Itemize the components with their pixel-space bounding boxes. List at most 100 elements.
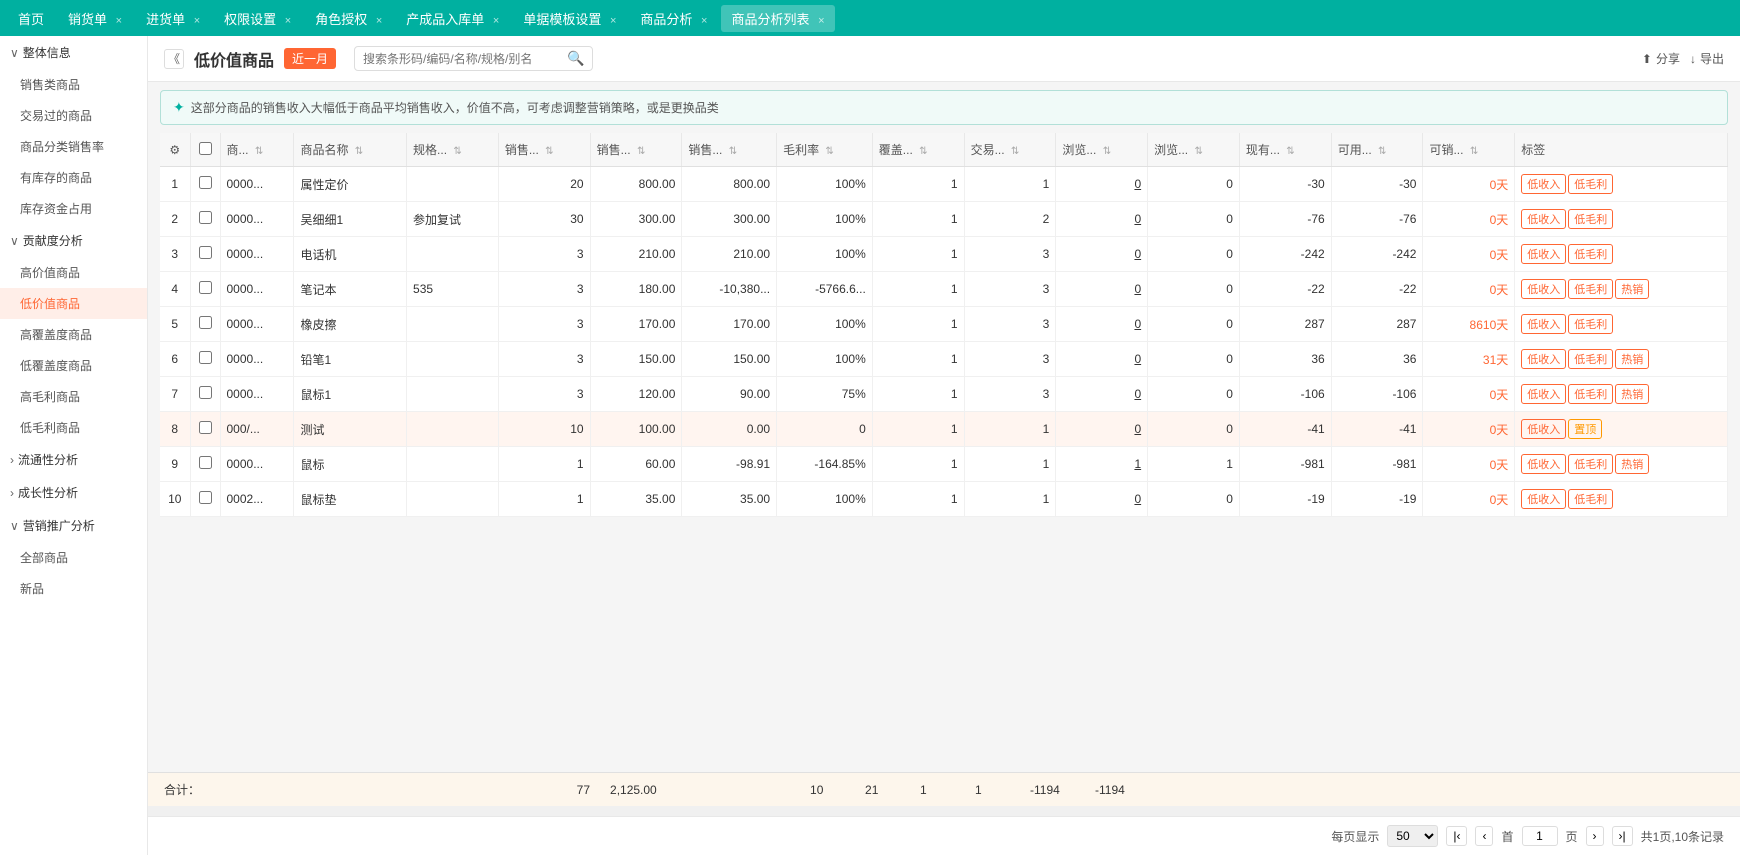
cell-checkbox[interactable]: [190, 482, 220, 517]
sidebar-item-high-value[interactable]: 高价值商品: [0, 257, 147, 288]
nav-sales-close[interactable]: ×: [116, 15, 122, 27]
sidebar-item-high-coverage[interactable]: 高覆盖度商品: [0, 319, 147, 350]
prev-page-btn[interactable]: ‹: [1475, 826, 1493, 846]
share-btn[interactable]: ⬆ 分享: [1642, 50, 1680, 67]
table-container[interactable]: ⚙ 商... ⇅ 商品名称 ⇅ 规格... ⇅ 销售... ⇅ 销售... ⇅ …: [148, 133, 1740, 772]
sidebar-item-all-goods[interactable]: 全部商品: [0, 542, 147, 573]
cell-view1[interactable]: 0: [1056, 237, 1148, 272]
cell-view1[interactable]: 0: [1056, 412, 1148, 447]
sidebar-item-sales-goods[interactable]: 销售类商品: [0, 69, 147, 100]
share-icon: ⬆: [1642, 52, 1652, 66]
sidebar-group-flow-title[interactable]: ›流通性分析: [0, 443, 147, 476]
cell-view1[interactable]: 0: [1056, 202, 1148, 237]
th-margin[interactable]: 毛利率 ⇅: [777, 133, 873, 167]
th-code[interactable]: 商... ⇅: [220, 133, 294, 167]
th-sales-amt[interactable]: 销售... ⇅: [590, 133, 682, 167]
nav-purchase-close[interactable]: ×: [194, 15, 200, 27]
nav-analysis-list[interactable]: 商品分析列表 ×: [721, 5, 834, 32]
th-spec[interactable]: 规格... ⇅: [407, 133, 499, 167]
nav-template[interactable]: 单据模板设置 ×: [513, 5, 626, 32]
page-size-select[interactable]: 50 100 200: [1387, 825, 1438, 847]
cell-checkbox[interactable]: [190, 167, 220, 202]
row-checkbox[interactable]: [199, 211, 212, 224]
next-page-btn[interactable]: ›: [1586, 826, 1604, 846]
time-filter-btn[interactable]: 近一月: [284, 48, 336, 69]
tag-badge: 低毛利: [1568, 314, 1613, 334]
th-trade[interactable]: 交易... ⇅: [964, 133, 1056, 167]
sidebar-group-contribution-title[interactable]: ∨贡献度分析: [0, 224, 147, 257]
th-available[interactable]: 可用... ⇅: [1331, 133, 1423, 167]
cell-checkbox[interactable]: [190, 237, 220, 272]
sidebar-item-inventory-capital[interactable]: 库存资金占用: [0, 193, 147, 224]
page-number-input[interactable]: [1522, 826, 1558, 846]
nav-product-warehouse-close[interactable]: ×: [493, 15, 499, 27]
cell-checkbox[interactable]: [190, 307, 220, 342]
cell-view1[interactable]: 0: [1056, 167, 1148, 202]
row-checkbox[interactable]: [199, 316, 212, 329]
sidebar-item-category-sales[interactable]: 商品分类销售率: [0, 131, 147, 162]
cell-view1[interactable]: 0: [1056, 272, 1148, 307]
nav-analysis[interactable]: 商品分析 ×: [630, 5, 717, 32]
cell-checkbox[interactable]: [190, 342, 220, 377]
row-checkbox[interactable]: [199, 456, 212, 469]
th-sales-qty[interactable]: 销售... ⇅: [498, 133, 590, 167]
sidebar-group-overall-title[interactable]: ∨整体信息: [0, 36, 147, 69]
cell-checkbox[interactable]: [190, 447, 220, 482]
th-coverage[interactable]: 覆盖... ⇅: [872, 133, 964, 167]
horizontal-scrollbar[interactable]: [148, 806, 1740, 816]
th-view2[interactable]: 浏览... ⇅: [1148, 133, 1240, 167]
cell-current: -242: [1239, 237, 1331, 272]
th-saleable[interactable]: 可销... ⇅: [1423, 133, 1515, 167]
sidebar-item-low-value[interactable]: 低价值商品: [0, 288, 147, 319]
sidebar-item-low-coverage[interactable]: 低覆盖度商品: [0, 350, 147, 381]
nav-roles-close[interactable]: ×: [376, 15, 382, 27]
nav-permissions-close[interactable]: ×: [285, 15, 291, 27]
sidebar-item-low-margin[interactable]: 低毛利商品: [0, 412, 147, 443]
first-page-btn[interactable]: |‹: [1446, 826, 1467, 846]
sidebar-item-stock-goods[interactable]: 有库存的商品: [0, 162, 147, 193]
th-current[interactable]: 现有... ⇅: [1239, 133, 1331, 167]
th-settings[interactable]: ⚙: [160, 133, 190, 167]
row-checkbox[interactable]: [199, 176, 212, 189]
nav-sales[interactable]: 销货单 ×: [58, 5, 132, 32]
cell-checkbox[interactable]: [190, 412, 220, 447]
cell-view1[interactable]: 1: [1056, 447, 1148, 482]
row-checkbox[interactable]: [199, 421, 212, 434]
export-btn[interactable]: ↓ 导出: [1690, 50, 1724, 67]
cell-view1[interactable]: 0: [1056, 342, 1148, 377]
nav-roles[interactable]: 角色授权 ×: [305, 5, 392, 32]
sidebar-group-growth-title[interactable]: ›成长性分析: [0, 476, 147, 509]
search-input[interactable]: [363, 52, 563, 66]
cell-checkbox[interactable]: [190, 202, 220, 237]
search-icon[interactable]: 🔍: [567, 50, 584, 67]
cell-checkbox[interactable]: [190, 377, 220, 412]
row-checkbox[interactable]: [199, 246, 212, 259]
th-view1[interactable]: 浏览... ⇅: [1056, 133, 1148, 167]
th-sales-cost[interactable]: 销售... ⇅: [682, 133, 777, 167]
nav-template-close[interactable]: ×: [610, 15, 616, 27]
cell-view1[interactable]: 0: [1056, 482, 1148, 517]
row-checkbox[interactable]: [199, 351, 212, 364]
row-checkbox[interactable]: [199, 386, 212, 399]
th-checkbox[interactable]: [190, 133, 220, 167]
last-page-btn[interactable]: ›|: [1612, 826, 1633, 846]
row-checkbox[interactable]: [199, 491, 212, 504]
cell-checkbox[interactable]: [190, 272, 220, 307]
sidebar-item-traded-goods[interactable]: 交易过的商品: [0, 100, 147, 131]
cell-view1[interactable]: 0: [1056, 307, 1148, 342]
nav-analysis-close[interactable]: ×: [701, 15, 707, 27]
nav-analysis-list-close[interactable]: ×: [818, 15, 824, 27]
select-all-checkbox[interactable]: [199, 142, 212, 155]
sidebar-group-marketing-title[interactable]: ∨营销推广分析: [0, 509, 147, 542]
row-checkbox[interactable]: [199, 281, 212, 294]
sidebar-item-new-goods[interactable]: 新品: [0, 573, 147, 604]
cell-view1[interactable]: 0: [1056, 377, 1148, 412]
nav-home[interactable]: 首页: [8, 5, 54, 32]
footer-available: -1194: [1095, 783, 1160, 797]
nav-purchase[interactable]: 进货单 ×: [136, 5, 210, 32]
nav-permissions[interactable]: 权限设置 ×: [214, 5, 301, 32]
sidebar-item-high-margin[interactable]: 高毛利商品: [0, 381, 147, 412]
th-name[interactable]: 商品名称 ⇅: [294, 133, 407, 167]
collapse-sidebar-btn[interactable]: 《: [164, 49, 184, 69]
nav-product-warehouse[interactable]: 产成品入库单 ×: [396, 5, 509, 32]
